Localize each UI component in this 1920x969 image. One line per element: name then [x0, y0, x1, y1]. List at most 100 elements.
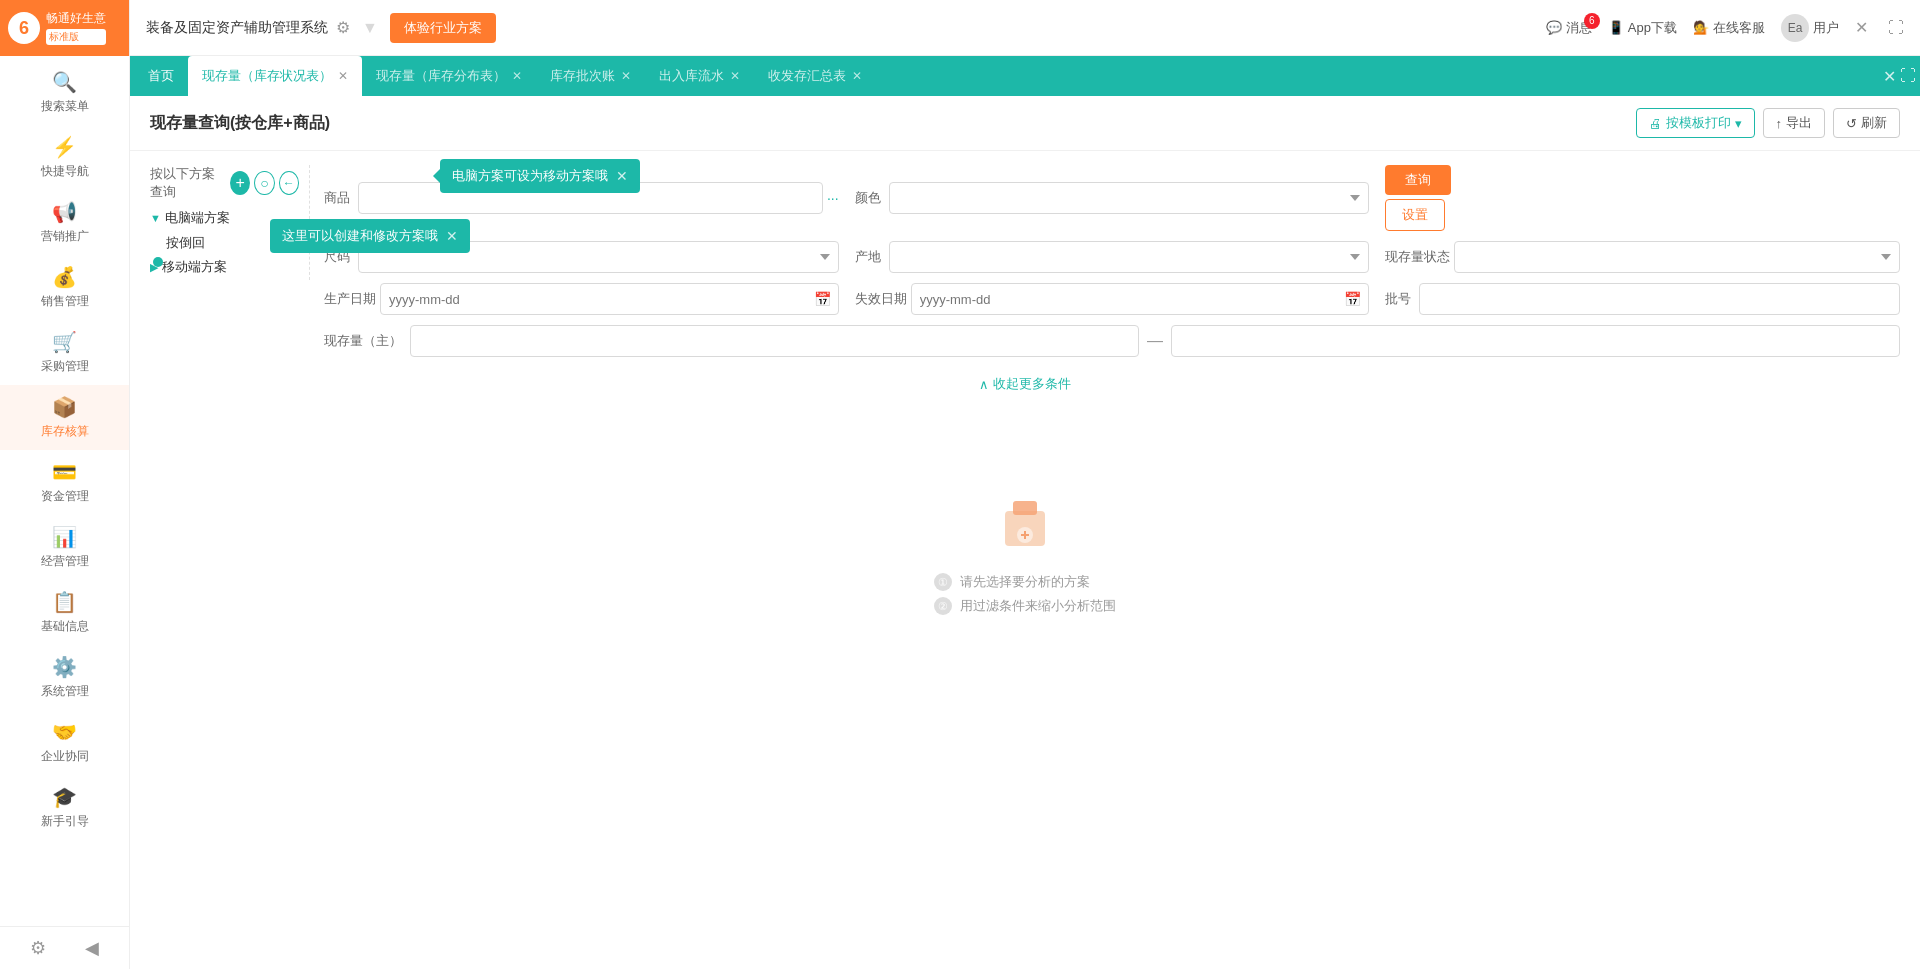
sidebar-item-inventory[interactable]: 📦 库存核算 — [0, 385, 129, 450]
tab-receive-dispatch[interactable]: 收发存汇总表 ✕ — [754, 56, 876, 96]
tab-inventory-status[interactable]: 现存量（库存状况表） ✕ — [188, 56, 362, 96]
enterprise-icon: 🤝 — [52, 720, 77, 744]
origin-field: 产地 — [855, 241, 1370, 273]
sidebar-item-search[interactable]: 🔍 搜索菜单 — [0, 60, 129, 125]
tab-inventory-distribution[interactable]: 现存量（库存分布表） ✕ — [362, 56, 536, 96]
sidebar-item-finance[interactable]: 💳 资金管理 — [0, 450, 129, 515]
sidebar-item-purchase[interactable]: 🛒 采购管理 — [0, 320, 129, 385]
user-menu-button[interactable]: Ea 用户 — [1781, 14, 1839, 42]
chevron-up-icon: ∧ — [979, 377, 989, 392]
tabs-actions: ✕ ⛶ — [1883, 67, 1916, 86]
operations-icon: 📊 — [52, 525, 77, 549]
scheme-edit-button[interactable]: ○ — [254, 171, 274, 195]
search-buttons: 查询 设置 — [1385, 165, 1900, 231]
expire-date-calendar-icon[interactable]: 📅 — [1344, 291, 1361, 307]
connector-dot — [153, 257, 163, 267]
tab-close-icon[interactable]: ✕ — [512, 69, 522, 83]
sidebar-item-marketing[interactable]: 📢 营销推广 — [0, 190, 129, 255]
color-field: 颜色 — [855, 165, 1370, 231]
window-close-icon[interactable]: ✕ — [1855, 18, 1868, 37]
tab-close-icon[interactable]: ✕ — [852, 69, 862, 83]
tooltip2-text: 这里可以创建和修改方案哦 — [282, 227, 438, 245]
desktop-group-label: 电脑端方案 — [165, 209, 230, 227]
mobile-scheme-group[interactable]: ▶ 移动端方案 — [150, 258, 299, 276]
export-button[interactable]: ↑ 导出 — [1763, 108, 1826, 138]
manufacture-date-input[interactable] — [380, 283, 839, 315]
origin-select[interactable] — [889, 241, 1370, 273]
manufacture-date-field: 生产日期 📅 — [324, 283, 839, 315]
tooltip1-close-icon[interactable]: ✕ — [616, 168, 628, 184]
filter-row-2: 尺码 产地 — [324, 241, 1900, 273]
sidebar-item-system[interactable]: ⚙️ 系统管理 — [0, 645, 129, 710]
sidebar-item-enterprise[interactable]: 🤝 企业协同 — [0, 710, 129, 775]
message-button[interactable]: 💬 消息 6 — [1546, 19, 1592, 37]
inventory-icon: 📦 — [52, 395, 77, 419]
sidebar-item-basic[interactable]: 📋 基础信息 — [0, 580, 129, 645]
manufacture-date-calendar-icon[interactable]: 📅 — [814, 291, 831, 307]
tooltip2-close-icon[interactable]: ✕ — [446, 228, 458, 244]
sidebar-item-label: 企业协同 — [41, 748, 89, 765]
sidebar-item-guide[interactable]: 🎓 新手引导 — [0, 775, 129, 840]
batch-input[interactable] — [1419, 283, 1900, 315]
window-fullscreen-icon[interactable]: ⛶ — [1888, 19, 1904, 37]
empty-step-1: ① 请先选择要分析的方案 — [934, 573, 1116, 591]
template-print-button[interactable]: 🖨 按模板打印 ▾ — [1636, 108, 1755, 138]
scheme-add-button[interactable]: + — [230, 171, 250, 195]
filter-fields: 商品 ··· 颜色 — [324, 165, 1900, 367]
avatar: Ea — [1781, 14, 1809, 42]
finance-icon: 💳 — [52, 460, 77, 484]
product-label: 商品 — [324, 189, 354, 207]
page-header: 现存量查询(按仓库+商品) 🖨 按模板打印 ▾ ↑ 导出 ↺ 刷新 — [130, 96, 1920, 151]
expire-date-field: 失效日期 📅 — [855, 283, 1370, 315]
sidebar-logo-icon: 6 — [8, 12, 40, 44]
sidebar-item-quicknav[interactable]: ⚡ 快捷导航 — [0, 125, 129, 190]
settings-gear-icon[interactable]: ⚙ — [336, 18, 350, 37]
sidebar-item-sales[interactable]: 💰 销售管理 — [0, 255, 129, 320]
inventory-main-from-input[interactable] — [410, 325, 1139, 357]
sidebar-collapse-button[interactable]: ◀ — [85, 937, 99, 959]
user-label: 用户 — [1813, 19, 1839, 37]
tab-close-icon[interactable]: ✕ — [730, 69, 740, 83]
tabs-close-all-button[interactable]: ✕ — [1883, 67, 1896, 86]
message-badge: 6 — [1584, 13, 1600, 29]
sidebar-logo-badge: 标准版 — [46, 29, 106, 45]
main-area: 装备及固定资产辅助管理系统 ⚙ ▼ 体验行业方案 💬 消息 6 📱 App下载 … — [130, 0, 1920, 969]
sidebar-settings-button[interactable]: ⚙ — [30, 937, 46, 959]
tab-home[interactable]: 首页 — [134, 67, 188, 85]
industry-plan-button[interactable]: 体验行业方案 — [390, 13, 496, 43]
tabs-fullscreen-button[interactable]: ⛶ — [1900, 67, 1916, 86]
sidebar-item-label: 营销推广 — [41, 228, 89, 245]
export-icon: ↑ — [1776, 116, 1783, 131]
system-icon: ⚙️ — [52, 655, 77, 679]
filter-label: 按以下方案查询 — [150, 165, 226, 201]
product-dots[interactable]: ··· — [827, 190, 839, 206]
tab-close-icon[interactable]: ✕ — [338, 69, 348, 83]
refresh-icon: ↺ — [1846, 116, 1857, 131]
color-select[interactable] — [889, 182, 1370, 214]
sidebar-logo-text: 畅通好生意 — [46, 11, 106, 27]
scheme-back-button[interactable]: ← — [279, 171, 299, 195]
empty-steps: ① 请先选择要分析的方案 ② 用过滤条件来缩小分析范围 — [934, 573, 1116, 615]
refresh-button[interactable]: ↺ 刷新 — [1833, 108, 1900, 138]
filter-row-3: 生产日期 📅 失效日期 📅 — [324, 283, 1900, 315]
print-icon: 🖨 — [1649, 116, 1662, 131]
search-button[interactable]: 查询 — [1385, 165, 1451, 195]
expire-date-label: 失效日期 — [855, 290, 907, 308]
online-support-button[interactable]: 💁 在线客服 — [1693, 19, 1765, 37]
expire-date-input[interactable] — [911, 283, 1370, 315]
sidebar-item-label: 快捷导航 — [41, 163, 89, 180]
collapse-button[interactable]: ∧ 收起更多条件 — [150, 367, 1900, 401]
tab-inventory-batch[interactable]: 库存批次账 ✕ — [536, 56, 645, 96]
tab-close-icon[interactable]: ✕ — [621, 69, 631, 83]
sidebar-item-label: 系统管理 — [41, 683, 89, 700]
inventory-main-to-input[interactable] — [1171, 325, 1900, 357]
inventory-status-select[interactable] — [1454, 241, 1900, 273]
guide-icon: 🎓 — [52, 785, 77, 809]
tab-inout-flow[interactable]: 出入库流水 ✕ — [645, 56, 754, 96]
topbar-right: 💬 消息 6 📱 App下载 💁 在线客服 Ea 用户 ✕ ⛶ — [1546, 14, 1904, 42]
app-icon: 📱 — [1608, 20, 1624, 35]
app-download-button[interactable]: 📱 App下载 — [1608, 19, 1677, 37]
sidebar-item-label: 销售管理 — [41, 293, 89, 310]
sidebar-item-operations[interactable]: 📊 经营管理 — [0, 515, 129, 580]
settings-button[interactable]: 设置 — [1385, 199, 1445, 231]
